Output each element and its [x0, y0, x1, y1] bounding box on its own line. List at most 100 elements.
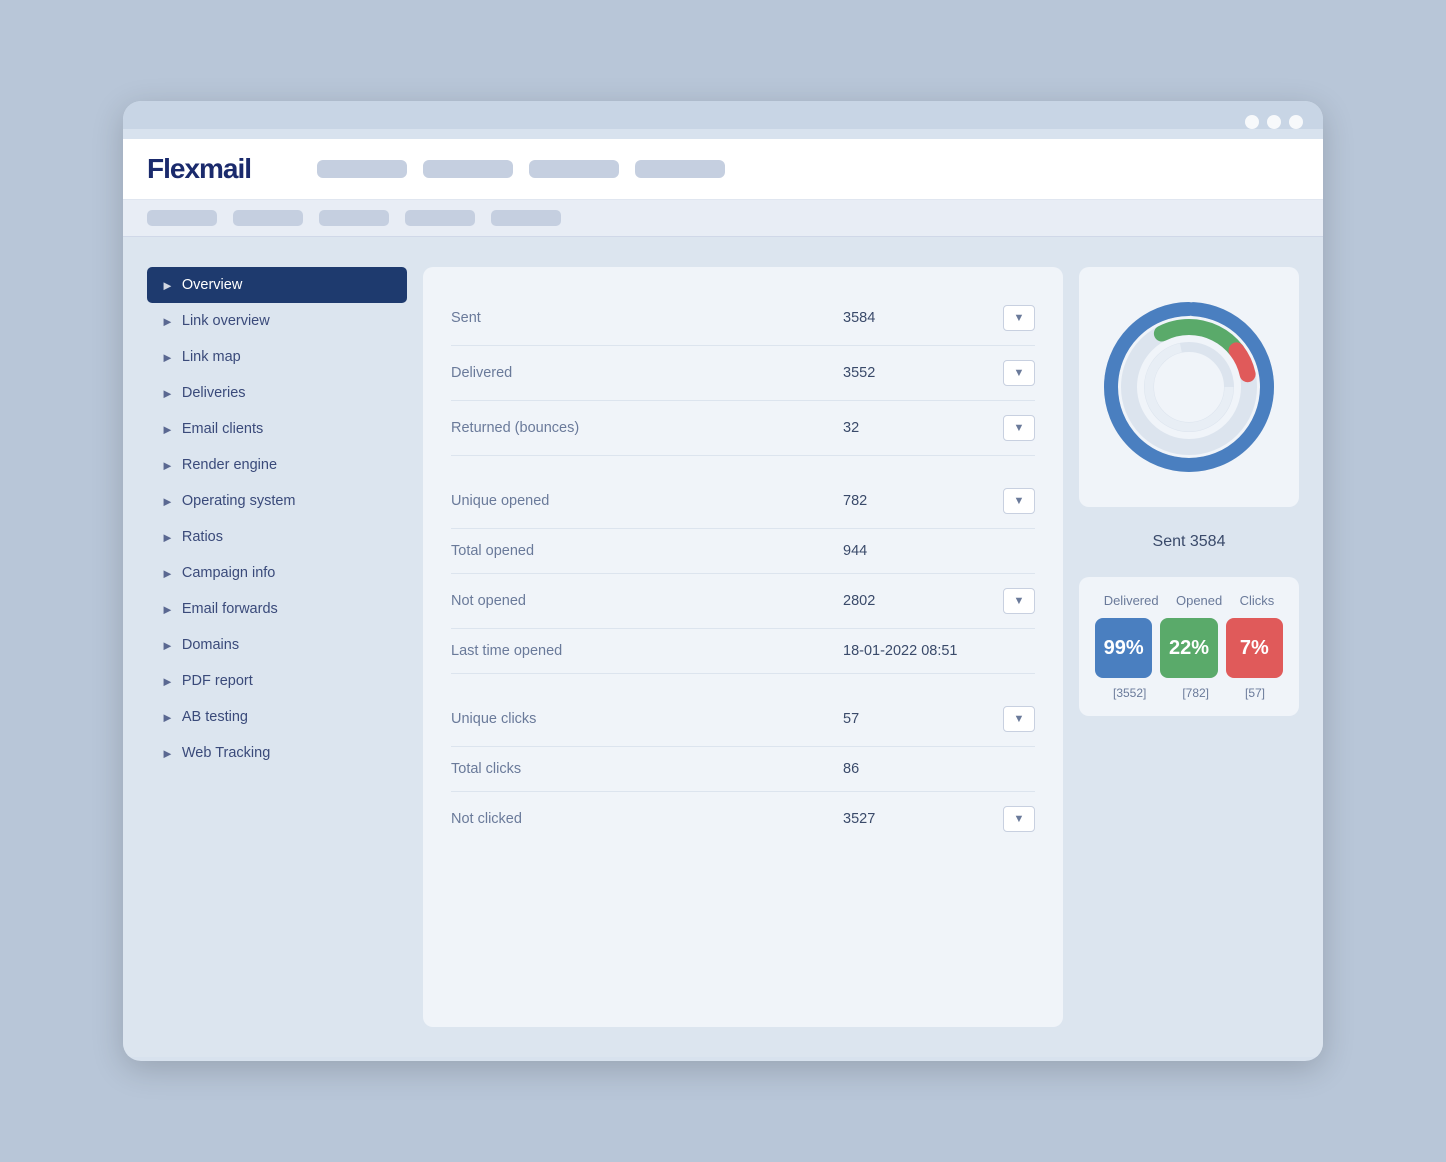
stat-row-total-clicks: Total clicks 86	[451, 747, 1035, 792]
stat-label-unique-opened: Unique opened	[451, 493, 843, 509]
chevron-icon: ►	[161, 278, 174, 293]
sub-nav-pill-5[interactable]	[491, 210, 561, 226]
nav-pill-3[interactable]	[529, 160, 619, 178]
chevron-icon: ►	[161, 638, 174, 653]
sidebar-item-ab-testing[interactable]: ► AB testing	[147, 699, 407, 735]
browser-dot-1	[1245, 115, 1259, 129]
stat-value-total-clicks: 86	[843, 761, 1003, 777]
stat-row-not-opened: Not opened 2802 ▼	[451, 574, 1035, 629]
right-panel: Sent 3584 Delivered Opened Clicks 99% 22…	[1079, 267, 1299, 1027]
chevron-icon: ►	[161, 494, 174, 509]
stat-value-delivered: 3552	[843, 365, 1003, 381]
sent-badge: Sent 3584	[1079, 521, 1299, 563]
sidebar-item-label: Deliveries	[182, 385, 246, 401]
chevron-icon: ►	[161, 422, 174, 437]
chevron-icon: ►	[161, 458, 174, 473]
browser-dots	[143, 115, 1303, 129]
stat-label-not-clicked: Not clicked	[451, 811, 843, 827]
app-logo: Flexmail	[147, 153, 287, 185]
stats-grid-header: Delivered Opened Clicks	[1095, 593, 1283, 608]
browser-chrome	[123, 101, 1323, 129]
stat-dropdown-unique-opened[interactable]: ▼	[1003, 488, 1035, 514]
stat-row-delivered: Delivered 3552 ▼	[451, 346, 1035, 401]
stats-grid-sub: [3552] [782] [57]	[1095, 686, 1283, 700]
stat-label-unique-clicks: Unique clicks	[451, 711, 843, 727]
stat-value-total-opened: 944	[843, 543, 1003, 559]
stat-dropdown-not-clicked[interactable]: ▼	[1003, 806, 1035, 832]
sub-nav-pill-3[interactable]	[319, 210, 389, 226]
sidebar-item-link-overview[interactable]: ► Link overview	[147, 303, 407, 339]
stat-dropdown-not-opened[interactable]: ▼	[1003, 588, 1035, 614]
stat-label-total-opened: Total opened	[451, 543, 843, 559]
sidebar-item-web-tracking[interactable]: ► Web Tracking	[147, 735, 407, 771]
stat-label-total-clicks: Total clicks	[451, 761, 843, 777]
stat-row-unique-opened: Unique opened 782 ▼	[451, 474, 1035, 529]
sidebar-item-overview[interactable]: ► Overview	[147, 267, 407, 303]
nav-pill-2[interactable]	[423, 160, 513, 178]
sidebar-item-email-clients[interactable]: ► Email clients	[147, 411, 407, 447]
chevron-icon: ►	[161, 674, 174, 689]
sidebar-item-domains[interactable]: ► Domains	[147, 627, 407, 663]
stat-value-unique-opened: 782	[843, 493, 1003, 509]
stat-label-bounces: Returned (bounces)	[451, 420, 843, 436]
stat-value-sent: 3584	[843, 310, 1003, 326]
sidebar-item-link-map[interactable]: ► Link map	[147, 339, 407, 375]
metric-badge-clicks: 7%	[1226, 618, 1283, 678]
stat-dropdown-unique-clicks[interactable]: ▼	[1003, 706, 1035, 732]
stat-label-not-opened: Not opened	[451, 593, 843, 609]
metric-badge-opened: 22%	[1160, 618, 1217, 678]
metric-count-clicks: [57]	[1245, 686, 1265, 700]
stat-row-not-clicked: Not clicked 3527 ▼	[451, 792, 1035, 846]
sub-nav-pill-2[interactable]	[233, 210, 303, 226]
sidebar-item-render-engine[interactable]: ► Render engine	[147, 447, 407, 483]
stat-row-sent: Sent 3584 ▼	[451, 291, 1035, 346]
spacer-1	[451, 456, 1035, 474]
metric-header-opened: Opened	[1176, 593, 1222, 608]
sidebar-item-label: Domains	[182, 637, 239, 653]
sidebar-item-ratios[interactable]: ► Ratios	[147, 519, 407, 555]
chevron-icon: ►	[161, 566, 174, 581]
top-bar: Flexmail	[123, 139, 1323, 200]
chevron-icon: ►	[161, 530, 174, 545]
stat-dropdown-bounces[interactable]: ▼	[1003, 415, 1035, 441]
sidebar-item-operating-system[interactable]: ► Operating system	[147, 483, 407, 519]
sidebar-item-label: Overview	[182, 277, 242, 293]
metric-header-delivered: Delivered	[1104, 593, 1159, 608]
nav-pill-4[interactable]	[635, 160, 725, 178]
chevron-icon: ►	[161, 602, 174, 617]
sidebar-item-campaign-info[interactable]: ► Campaign info	[147, 555, 407, 591]
sidebar-item-label: Email clients	[182, 421, 263, 437]
stat-dropdown-delivered[interactable]: ▼	[1003, 360, 1035, 386]
sub-nav-pill-4[interactable]	[405, 210, 475, 226]
metric-header-clicks: Clicks	[1240, 593, 1275, 608]
donut-chart-container	[1079, 267, 1299, 507]
sidebar-item-email-forwards[interactable]: ► Email forwards	[147, 591, 407, 627]
sidebar-item-label: Operating system	[182, 493, 296, 509]
top-nav	[317, 160, 1299, 178]
sidebar-item-deliveries[interactable]: ► Deliveries	[147, 375, 407, 411]
stat-label-sent: Sent	[451, 310, 843, 326]
chevron-icon: ►	[161, 386, 174, 401]
chevron-icon: ►	[161, 314, 174, 329]
chevron-icon: ►	[161, 350, 174, 365]
stat-dropdown-sent[interactable]: ▼	[1003, 305, 1035, 331]
stat-label-delivered: Delivered	[451, 365, 843, 381]
stat-value-bounces: 32	[843, 420, 1003, 436]
sidebar-item-label: Link overview	[182, 313, 270, 329]
stat-value-not-opened: 2802	[843, 593, 1003, 609]
main-stats-panel: Sent 3584 ▼ Delivered 3552 ▼ Returned (b…	[423, 267, 1063, 1027]
stats-grid-values: 99% 22% 7%	[1095, 618, 1283, 678]
chevron-icon: ►	[161, 746, 174, 761]
stat-value-last-opened: 18-01-2022 08:51	[843, 643, 1003, 659]
browser-dot-3	[1289, 115, 1303, 129]
nav-pill-1[interactable]	[317, 160, 407, 178]
spacer-2	[451, 674, 1035, 692]
stat-row-bounces: Returned (bounces) 32 ▼	[451, 401, 1035, 456]
sidebar-item-label: Campaign info	[182, 565, 276, 581]
sidebar-item-label: Link map	[182, 349, 241, 365]
metric-badge-delivered: 99%	[1095, 618, 1152, 678]
sidebar-item-label: Email forwards	[182, 601, 278, 617]
sidebar-item-pdf-report[interactable]: ► PDF report	[147, 663, 407, 699]
sub-nav-pill-1[interactable]	[147, 210, 217, 226]
donut-chart	[1099, 297, 1279, 477]
